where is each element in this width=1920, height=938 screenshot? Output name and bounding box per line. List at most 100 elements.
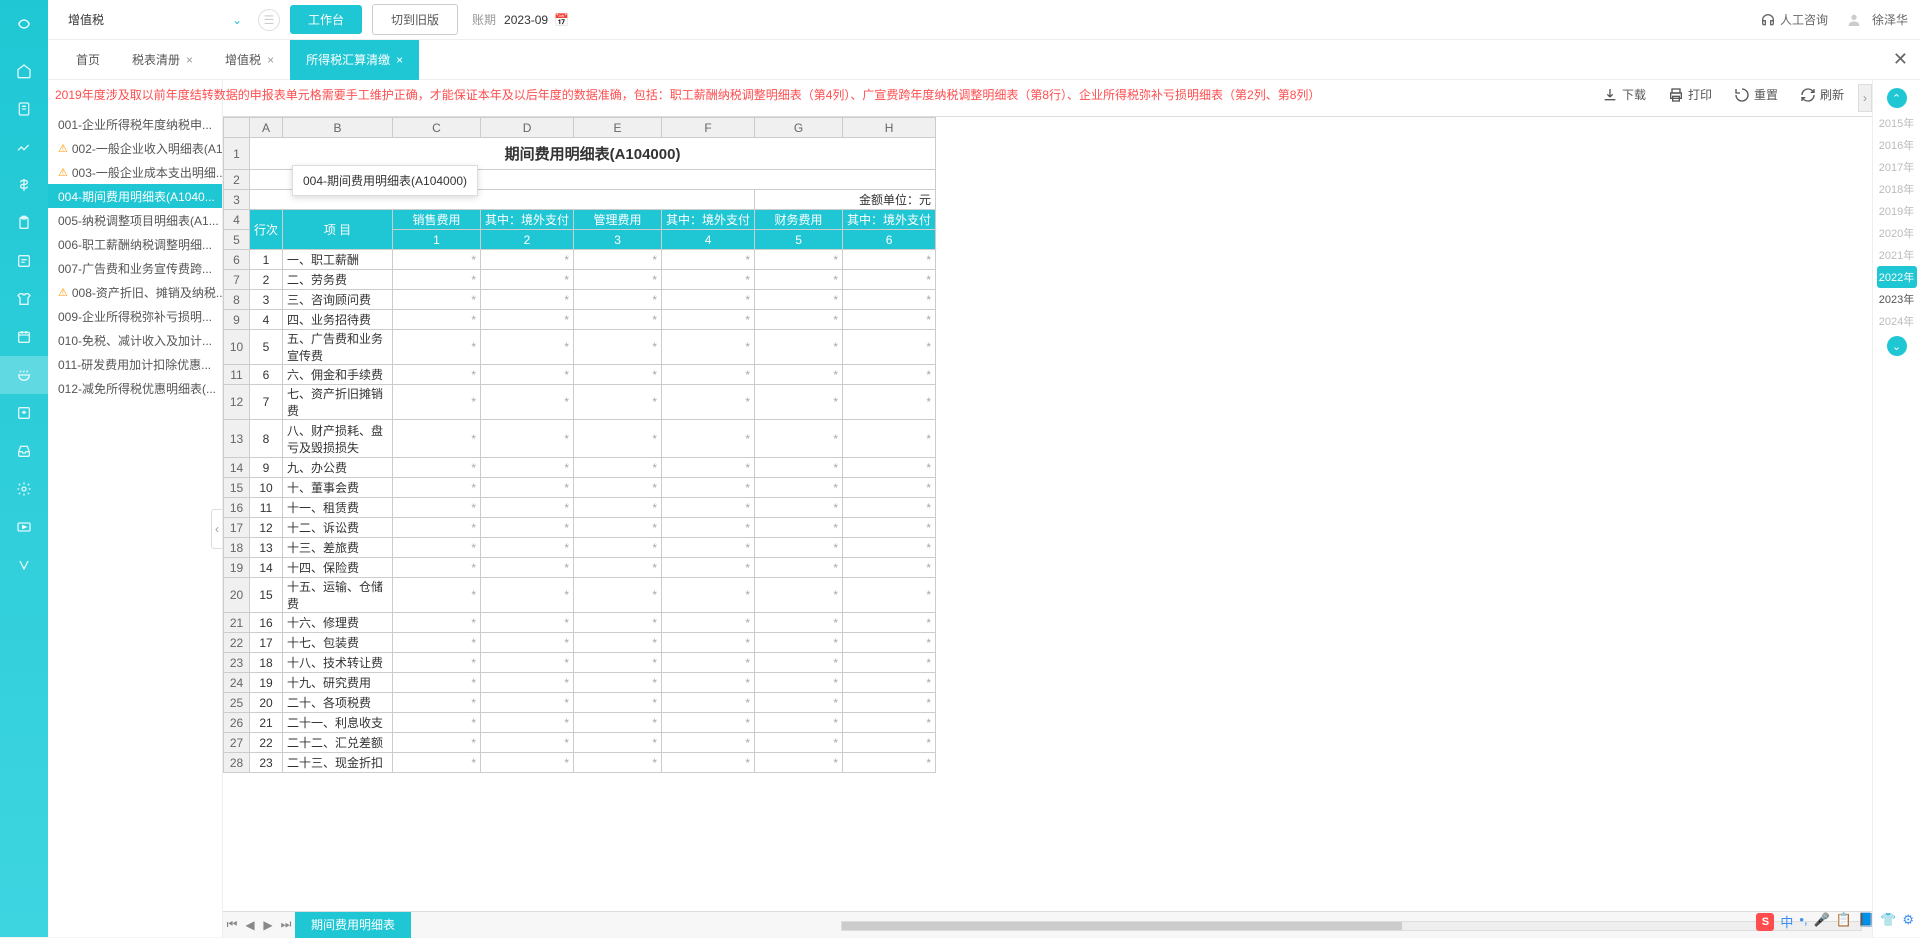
data-cell[interactable]: *: [393, 693, 481, 713]
nav-v-icon[interactable]: [0, 546, 48, 584]
data-cell[interactable]: *: [481, 613, 574, 633]
data-cell[interactable]: *: [662, 693, 755, 713]
data-cell[interactable]: *: [393, 250, 481, 270]
data-cell[interactable]: *: [481, 290, 574, 310]
data-cell[interactable]: *: [755, 250, 843, 270]
nav-export-icon[interactable]: [0, 394, 48, 432]
data-cell[interactable]: *: [662, 385, 755, 420]
nav-doc-icon[interactable]: [0, 90, 48, 128]
data-cell[interactable]: *: [481, 578, 574, 613]
nav-report-icon[interactable]: [0, 242, 48, 280]
data-cell[interactable]: *: [843, 578, 936, 613]
ime-char[interactable]: •,: [1799, 912, 1807, 931]
data-cell[interactable]: *: [755, 578, 843, 613]
data-cell[interactable]: *: [662, 478, 755, 498]
data-cell[interactable]: *: [574, 518, 662, 538]
data-cell[interactable]: *: [755, 458, 843, 478]
data-cell[interactable]: *: [843, 270, 936, 290]
nav-money-icon[interactable]: [0, 166, 48, 204]
data-cell[interactable]: *: [662, 713, 755, 733]
data-cell[interactable]: *: [755, 733, 843, 753]
doc-list-item[interactable]: ⚠003-一般企业成本支出明细...: [48, 160, 222, 184]
data-cell[interactable]: *: [574, 578, 662, 613]
refresh-button[interactable]: 刷新: [1800, 86, 1844, 103]
nav-settings-icon[interactable]: [0, 470, 48, 508]
data-cell[interactable]: *: [843, 733, 936, 753]
data-cell[interactable]: *: [755, 673, 843, 693]
data-cell[interactable]: *: [662, 365, 755, 385]
data-cell[interactable]: *: [574, 385, 662, 420]
ime-char[interactable]: 👕: [1880, 912, 1896, 931]
data-cell[interactable]: *: [843, 498, 936, 518]
doc-list-item[interactable]: 004-期间费用明细表(A1040...: [48, 184, 222, 208]
data-cell[interactable]: *: [755, 498, 843, 518]
data-cell[interactable]: *: [662, 498, 755, 518]
data-cell[interactable]: *: [481, 673, 574, 693]
doc-list-item[interactable]: 005-纳税调整项目明细表(A1...: [48, 208, 222, 232]
data-cell[interactable]: *: [481, 250, 574, 270]
data-cell[interactable]: *: [662, 330, 755, 365]
data-cell[interactable]: *: [843, 713, 936, 733]
data-cell[interactable]: *: [755, 290, 843, 310]
data-cell[interactable]: *: [755, 538, 843, 558]
data-cell[interactable]: *: [662, 458, 755, 478]
print-button[interactable]: 打印: [1668, 86, 1712, 103]
note-icon[interactable]: ☰: [258, 9, 280, 31]
data-cell[interactable]: *: [574, 633, 662, 653]
doc-list-item[interactable]: ⚠008-资产折旧、摊销及纳税...: [48, 280, 222, 304]
data-cell[interactable]: *: [843, 385, 936, 420]
reset-button[interactable]: 重置: [1734, 86, 1778, 103]
data-cell[interactable]: *: [393, 365, 481, 385]
data-cell[interactable]: *: [574, 365, 662, 385]
data-cell[interactable]: *: [393, 330, 481, 365]
switch-old-button[interactable]: 切到旧版: [372, 4, 458, 35]
year-option[interactable]: 2017年: [1877, 156, 1917, 178]
year-scroll-down[interactable]: ⌄: [1887, 336, 1907, 356]
data-cell[interactable]: *: [843, 673, 936, 693]
data-cell[interactable]: *: [393, 673, 481, 693]
col-header[interactable]: C: [393, 118, 481, 138]
sheet-nav-first[interactable]: ⏮: [223, 917, 241, 932]
data-cell[interactable]: *: [393, 653, 481, 673]
doc-list-item[interactable]: ⚠002-一般企业收入明细表(A1...: [48, 136, 222, 160]
data-cell[interactable]: *: [662, 558, 755, 578]
data-cell[interactable]: *: [662, 290, 755, 310]
nav-inbox-icon[interactable]: [0, 432, 48, 470]
data-cell[interactable]: *: [574, 673, 662, 693]
data-cell[interactable]: *: [755, 365, 843, 385]
horizontal-scrollbar[interactable]: [421, 919, 1862, 931]
data-cell[interactable]: *: [662, 653, 755, 673]
data-cell[interactable]: *: [574, 498, 662, 518]
data-cell[interactable]: *: [662, 613, 755, 633]
nav-chart-icon[interactable]: [0, 128, 48, 166]
year-option[interactable]: 2023年: [1877, 288, 1917, 310]
data-cell[interactable]: *: [574, 693, 662, 713]
year-scroll-up[interactable]: ⌃: [1887, 88, 1907, 108]
data-cell[interactable]: *: [481, 733, 574, 753]
ime-char[interactable]: 📋: [1836, 912, 1852, 931]
data-cell[interactable]: *: [481, 538, 574, 558]
data-cell[interactable]: *: [481, 558, 574, 578]
data-cell[interactable]: *: [755, 713, 843, 733]
data-cell[interactable]: *: [843, 250, 936, 270]
ime-char[interactable]: 🎤: [1814, 912, 1830, 931]
data-cell[interactable]: *: [393, 733, 481, 753]
data-cell[interactable]: *: [662, 270, 755, 290]
data-cell[interactable]: *: [481, 693, 574, 713]
data-cell[interactable]: *: [393, 478, 481, 498]
nav-calendar-icon[interactable]: [0, 318, 48, 356]
col-header[interactable]: F: [662, 118, 755, 138]
col-header[interactable]: B: [283, 118, 393, 138]
data-cell[interactable]: *: [393, 713, 481, 733]
download-button[interactable]: 下载: [1602, 86, 1646, 103]
year-option[interactable]: 2024年: [1877, 310, 1917, 332]
col-header[interactable]: G: [755, 118, 843, 138]
nav-clipboard-icon[interactable]: [0, 204, 48, 242]
ime-char[interactable]: ⚙: [1902, 912, 1914, 931]
nav-tshirt-icon[interactable]: [0, 280, 48, 318]
data-cell[interactable]: *: [393, 518, 481, 538]
tab-1[interactable]: 税表清册×: [116, 40, 209, 80]
tab-close-icon[interactable]: ×: [186, 53, 193, 67]
data-cell[interactable]: *: [481, 385, 574, 420]
data-cell[interactable]: *: [393, 310, 481, 330]
